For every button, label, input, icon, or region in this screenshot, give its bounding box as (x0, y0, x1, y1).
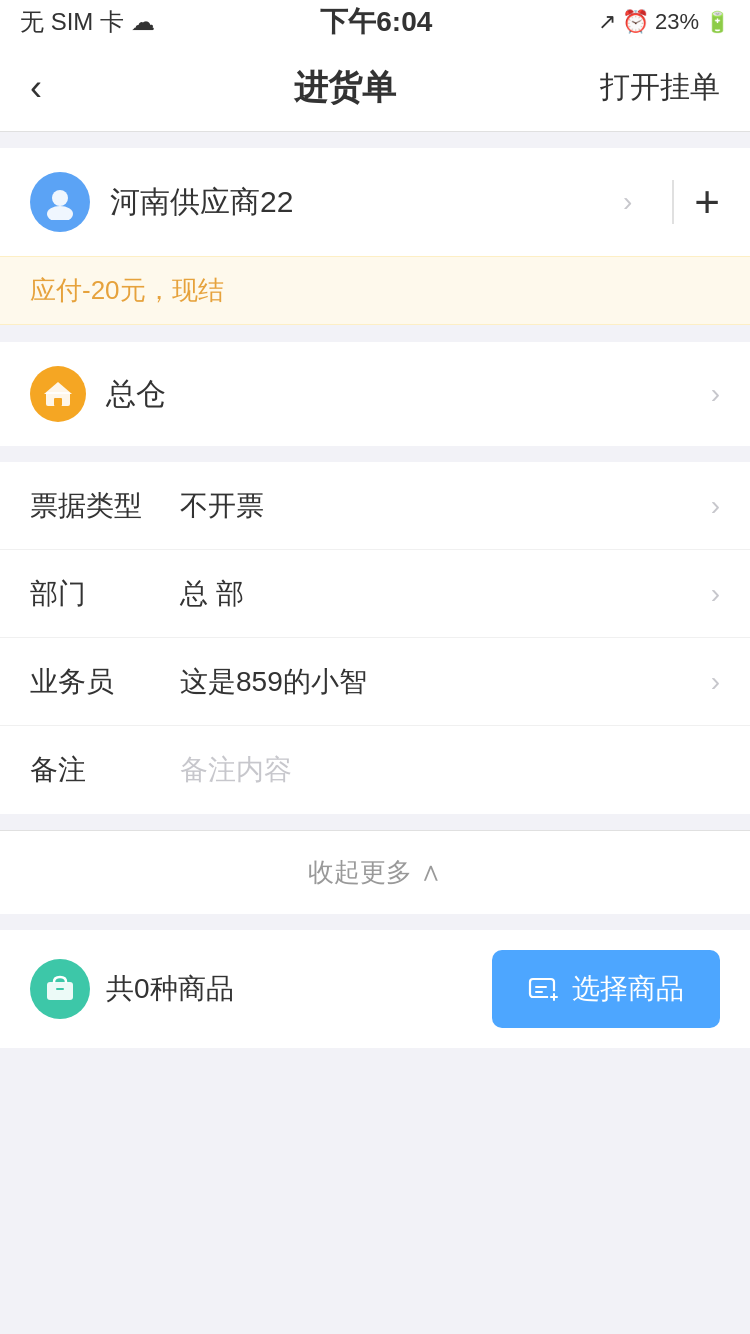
status-right: ↗ ⏰ 23% 🔋 (598, 9, 730, 35)
select-product-button[interactable]: 选择商品 (492, 950, 720, 1028)
open-pending-button[interactable]: 打开挂单 (600, 67, 720, 108)
supplier-avatar (30, 172, 90, 232)
svg-marker-3 (44, 382, 72, 394)
svg-point-0 (52, 190, 68, 206)
select-product-icon (528, 975, 560, 1003)
form-row-invoice[interactable]: 票据类型 不开票 › (0, 462, 750, 550)
warehouse-icon (30, 366, 86, 422)
invoice-chevron-icon: › (711, 490, 720, 522)
supplier-section: 河南供应商22 › + 应付-20元，现结 (0, 148, 750, 325)
section-gap-2 (0, 325, 750, 341)
product-count-text: 共0种商品 (106, 970, 234, 1008)
bottom-bar: 共0种商品 选择商品 (0, 930, 750, 1048)
product-icon (30, 959, 90, 1019)
battery-text: 23% (655, 9, 699, 35)
warehouse-chevron-icon: › (711, 378, 720, 410)
svg-point-1 (47, 206, 73, 220)
svg-rect-4 (54, 398, 62, 406)
alarm-icon: ⏰ (622, 9, 649, 35)
form-label-salesperson: 业务员 (30, 663, 160, 701)
svg-rect-5 (47, 982, 73, 1000)
battery-icon: 🔋 (705, 10, 730, 34)
back-button[interactable]: ‹ (30, 67, 90, 109)
form-value-department: 总 部 (160, 575, 711, 613)
warehouse-row[interactable]: 总仓 › (0, 341, 750, 446)
form-row-salesperson[interactable]: 业务员 这是859的小智 › (0, 638, 750, 726)
supplier-name: 河南供应商22 (110, 182, 623, 223)
department-chevron-icon: › (711, 578, 720, 610)
warehouse-name: 总仓 (106, 374, 711, 415)
status-left: 无 SIM 卡 ☁ (20, 6, 155, 38)
product-count-area: 共0种商品 (30, 959, 234, 1019)
nav-bar: ‹ 进货单 打开挂单 (0, 44, 750, 132)
collapse-button[interactable]: 收起更多 ∧ (0, 830, 750, 914)
add-supplier-button[interactable]: + (694, 180, 720, 224)
status-time: 下午6:04 (320, 3, 432, 41)
warehouse-section: 总仓 › (0, 341, 750, 446)
page-title: 进货单 (294, 65, 396, 111)
form-label-department: 部门 (30, 575, 160, 613)
form-value-note[interactable]: 备注内容 (160, 751, 720, 789)
form-value-invoice: 不开票 (160, 487, 711, 525)
location-icon: ↗ (598, 9, 616, 35)
supplier-row[interactable]: 河南供应商22 › + (0, 148, 750, 256)
salesperson-chevron-icon: › (711, 666, 720, 698)
form-label-invoice: 票据类型 (30, 487, 160, 525)
sim-status: 无 SIM 卡 ☁ (20, 6, 155, 38)
notice-bar: 应付-20元，现结 (0, 256, 750, 325)
form-row-note[interactable]: 备注 备注内容 (0, 726, 750, 814)
form-label-note: 备注 (30, 751, 160, 789)
form-section: 票据类型 不开票 › 部门 总 部 › 业务员 这是859的小智 › 备注 备注… (0, 462, 750, 814)
section-gap-1 (0, 132, 750, 148)
select-product-label: 选择商品 (572, 970, 684, 1008)
status-bar: 无 SIM 卡 ☁ 下午6:04 ↗ ⏰ 23% 🔋 (0, 0, 750, 44)
supplier-divider (672, 180, 674, 224)
form-row-department[interactable]: 部门 总 部 › (0, 550, 750, 638)
form-value-salesperson: 这是859的小智 (160, 663, 711, 701)
supplier-chevron-icon: › (623, 186, 632, 218)
svg-rect-6 (56, 988, 64, 990)
